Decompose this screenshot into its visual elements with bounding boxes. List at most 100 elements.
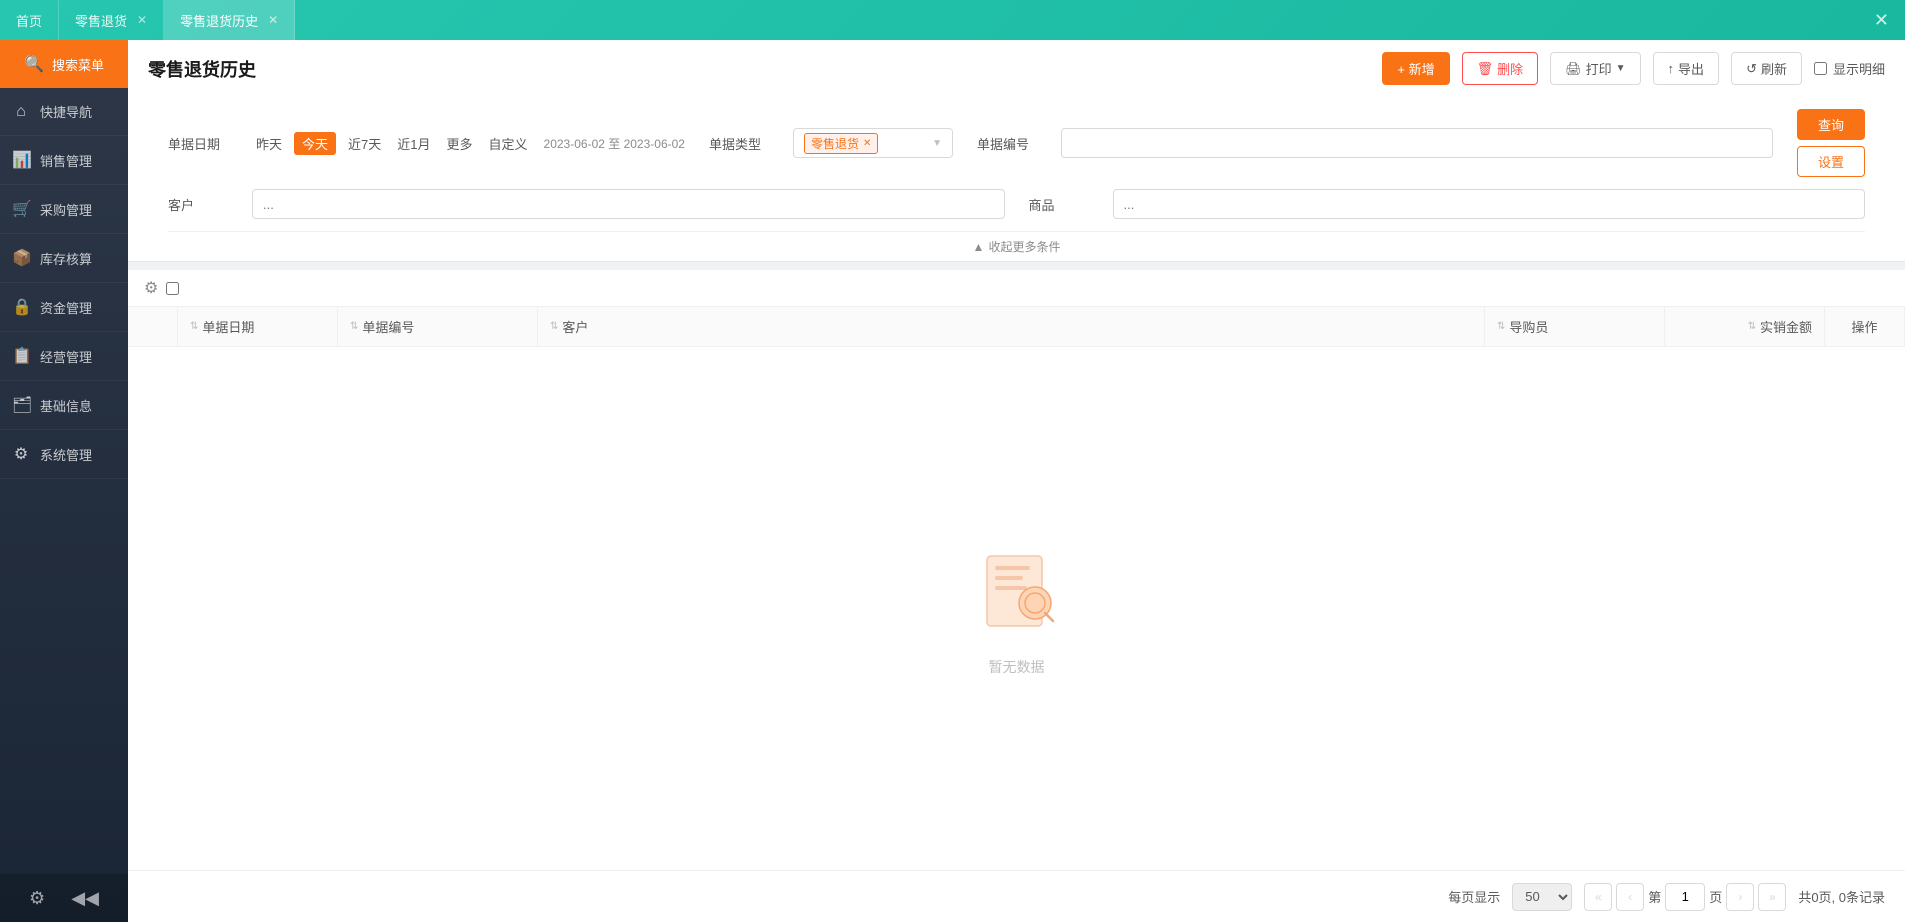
sidebar-item-operations-label: 经营管理 xyxy=(40,347,92,366)
th-amount-sort-icon: ⇅ xyxy=(1748,321,1756,332)
th-customer-label: 客户 xyxy=(562,317,588,336)
show-detail-input[interactable] xyxy=(1814,62,1827,75)
per-page-select[interactable]: 10 20 50 100 xyxy=(1512,883,1572,911)
export-icon: ↑ xyxy=(1668,61,1675,76)
table-settings-icon[interactable]: ⚙ xyxy=(144,278,158,298)
page-number-input[interactable] xyxy=(1665,883,1705,911)
empty-illustration xyxy=(967,541,1067,641)
th-customer[interactable]: ⇅ 客户 xyxy=(538,307,1485,346)
top-bar: 首页 零售退货 ✕ 零售退货历史 ✕ ✕ xyxy=(0,0,1905,40)
sidebar-search-button[interactable]: 🔍 搜索菜单 xyxy=(0,40,128,88)
date-option-7days[interactable]: 近7天 xyxy=(344,132,385,155)
customer-input[interactable] xyxy=(252,189,1005,219)
prev-page-button[interactable]: ‹ xyxy=(1616,883,1644,911)
sidebar-item-sales[interactable]: 📊 销售管理 xyxy=(0,136,128,185)
sidebar-item-purchase-label: 采购管理 xyxy=(40,200,92,219)
show-detail-checkbox[interactable]: 显示明细 xyxy=(1814,59,1885,78)
goods-input[interactable] xyxy=(1113,189,1866,219)
delete-button[interactable]: 🗑 删除 xyxy=(1462,52,1539,85)
export-button[interactable]: ↑ 导出 xyxy=(1653,52,1720,85)
sidebar-settings-icon[interactable]: ⚙ xyxy=(29,888,45,909)
bill-type-arrow: ▼ xyxy=(932,138,942,149)
export-label: 导出 xyxy=(1678,59,1704,78)
th-billno[interactable]: ⇅ 单据编号 xyxy=(338,307,538,346)
bill-no-label: 单据编号 xyxy=(977,134,1037,153)
tab-retail-return-history[interactable]: 零售退货历史 ✕ xyxy=(164,0,295,40)
sidebar-search-label: 搜索菜单 xyxy=(52,55,104,74)
date-option-yesterday[interactable]: 昨天 xyxy=(252,132,286,155)
filter-section: 单据日期 昨天 今天 近7天 近1月 更多 自定义 2023-06-02 至 2… xyxy=(148,97,1885,261)
sidebar-item-finance[interactable]: 🔒 资金管理 xyxy=(0,283,128,332)
sidebar: 🔍 搜索菜单 ⌂ 快捷导航 📊 销售管理 🛒 采购管理 📦 库存核算 🔒 xyxy=(0,40,128,922)
date-option-today[interactable]: 今天 xyxy=(294,132,336,155)
last-page-button[interactable]: » xyxy=(1758,883,1786,911)
bill-no-input[interactable] xyxy=(1061,128,1773,158)
tab-retail-return-history-close[interactable]: ✕ xyxy=(268,13,278,27)
select-all-checkbox[interactable] xyxy=(166,282,179,295)
th-amount[interactable]: ⇅ 实销金额 xyxy=(1665,307,1825,346)
date-option-1month[interactable]: 近1月 xyxy=(393,132,434,155)
filter-settings-button[interactable]: 设置 xyxy=(1797,146,1865,177)
sidebar-item-quick-nav[interactable]: ⌂ 快捷导航 xyxy=(0,88,128,136)
th-date-sort-icon: ⇅ xyxy=(190,321,198,332)
window-close-button[interactable]: ✕ xyxy=(1874,10,1889,31)
th-guide[interactable]: ⇅ 导购员 xyxy=(1485,307,1665,346)
empty-state: 暂无数据 xyxy=(128,347,1905,870)
tab-list: 首页 零售退货 ✕ 零售退货历史 ✕ xyxy=(0,0,1874,40)
sidebar-item-basic-info[interactable]: 🗂 基础信息 xyxy=(0,381,128,430)
table-container: ⚙ ⇅ 单据日期 ⇅ 单据编号 ⇅ 客户 ⇅ xyxy=(128,270,1905,870)
print-label: 打印 xyxy=(1586,59,1612,78)
th-date[interactable]: ⇅ 单据日期 xyxy=(178,307,338,346)
sidebar-item-inventory[interactable]: 📦 库存核算 xyxy=(0,234,128,283)
bill-type-tag-close[interactable]: ✕ xyxy=(863,138,871,149)
tab-retail-return-close[interactable]: ✕ xyxy=(137,13,147,27)
search-icon: 🔍 xyxy=(24,54,44,74)
empty-text: 暂无数据 xyxy=(989,657,1045,677)
next-page-button[interactable]: › xyxy=(1726,883,1754,911)
sidebar-item-system-label: 系统管理 xyxy=(40,445,92,464)
sidebar-volume-icon[interactable]: ◀◀ xyxy=(71,888,99,909)
date-filter-label: 单据日期 xyxy=(168,134,228,153)
tab-home[interactable]: 首页 xyxy=(0,0,59,40)
goods-label: 商品 xyxy=(1029,195,1089,214)
sidebar-item-operations[interactable]: 📋 经营管理 xyxy=(0,332,128,381)
refresh-button[interactable]: ↺ 刷新 xyxy=(1731,52,1802,85)
sidebar-nav: ⌂ 快捷导航 📊 销售管理 🛒 采购管理 📦 库存核算 🔒 资金管理 📋 xyxy=(0,88,128,874)
query-button[interactable]: 查询 xyxy=(1797,109,1865,140)
filter-collapse-button[interactable]: ▲ 收起更多条件 xyxy=(973,238,1061,255)
date-option-more[interactable]: 更多 xyxy=(443,132,477,155)
date-options: 昨天 今天 近7天 近1月 更多 自定义 2023-06-02 至 2023-0… xyxy=(252,132,685,155)
bill-type-tag: 零售退货 ✕ xyxy=(804,133,878,154)
date-option-custom[interactable]: 自定义 xyxy=(485,132,532,155)
print-icon: 🖨 xyxy=(1565,61,1582,77)
collapse-label: 收起更多条件 xyxy=(988,238,1060,255)
bill-type-tag-value: 零售退货 xyxy=(811,135,859,152)
refresh-label: 刷新 xyxy=(1761,59,1787,78)
per-page-label: 每页显示 xyxy=(1448,887,1500,906)
add-button[interactable]: + 新增 xyxy=(1382,52,1449,85)
page-suffix-label: 页 xyxy=(1709,887,1722,906)
th-billno-label: 单据编号 xyxy=(362,317,414,336)
customer-label: 客户 xyxy=(168,195,228,214)
content-area: 零售退货历史 + 新增 🗑 删除 🖨 打印 ▼ ↑ 导出 xyxy=(128,40,1905,922)
print-dropdown-icon: ▼ xyxy=(1616,63,1626,74)
th-guide-sort-icon: ⇅ xyxy=(1497,321,1505,332)
purchase-icon: 🛒 xyxy=(12,199,30,219)
filter-collapse-row: ▲ 收起更多条件 xyxy=(168,231,1865,261)
sidebar-item-purchase[interactable]: 🛒 采购管理 xyxy=(0,185,128,234)
filter-row-1: 单据日期 昨天 今天 近7天 近1月 更多 自定义 2023-06-02 至 2… xyxy=(168,109,1865,177)
first-page-button[interactable]: « xyxy=(1584,883,1612,911)
table-header: ⇅ 单据日期 ⇅ 单据编号 ⇅ 客户 ⇅ 导购员 ⇅ 实销金额 xyxy=(128,307,1905,347)
print-button[interactable]: 🖨 打印 ▼ xyxy=(1550,52,1640,85)
bill-type-label: 单据类型 xyxy=(709,134,769,153)
delete-icon: 🗑 xyxy=(1477,61,1494,77)
table-toolbar-row: ⚙ xyxy=(128,270,1905,307)
inventory-icon: 📦 xyxy=(12,248,30,268)
tab-retail-return[interactable]: 零售退货 ✕ xyxy=(59,0,164,40)
page-header: 零售退货历史 + 新增 🗑 删除 🖨 打印 ▼ ↑ 导出 xyxy=(128,40,1905,262)
th-action: 操作 xyxy=(1825,307,1905,346)
bill-type-select[interactable]: 零售退货 ✕ ▼ xyxy=(793,128,953,158)
sidebar-item-system[interactable]: ⚙ 系统管理 xyxy=(0,430,128,479)
date-range-display: 2023-06-02 至 2023-06-02 xyxy=(544,135,685,152)
page-prefix-label: 第 xyxy=(1648,887,1661,906)
